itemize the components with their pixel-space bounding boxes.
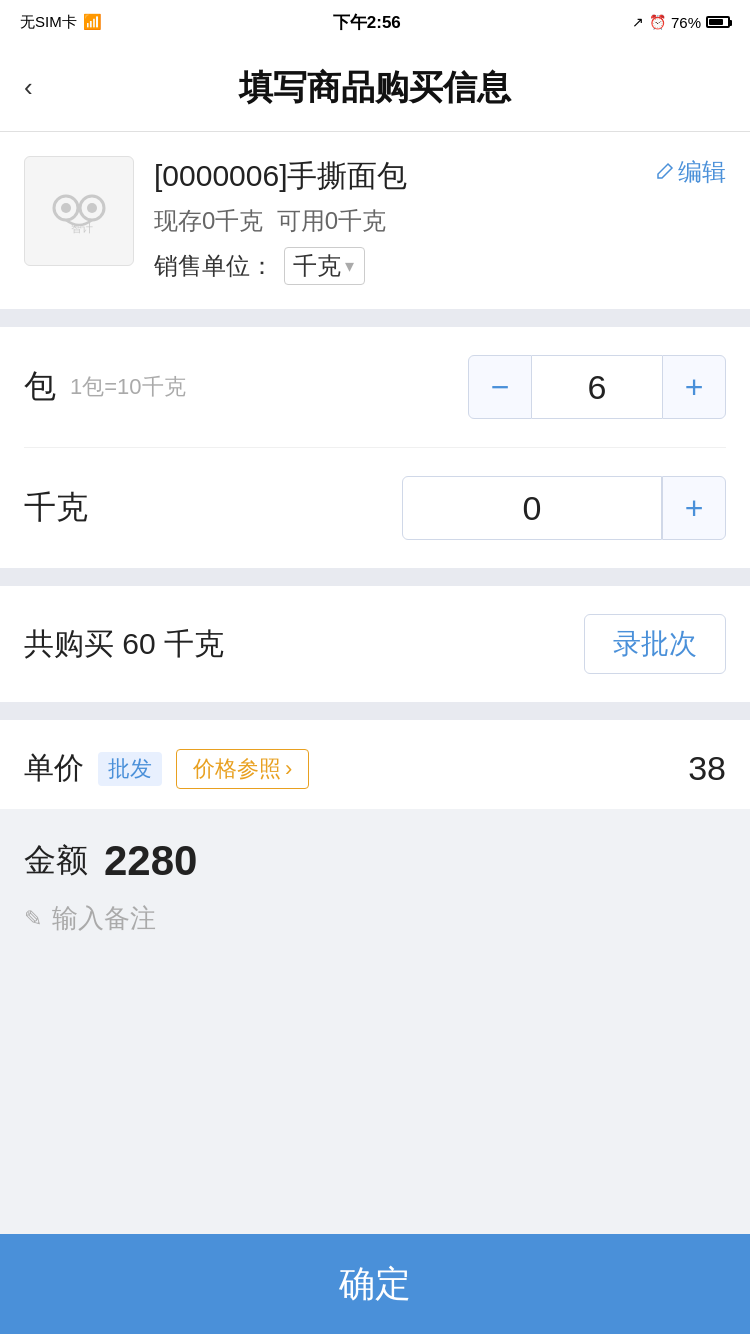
bao-increment-button[interactable]: + [662,355,726,419]
page-title: 填写商品购买信息 [239,65,511,111]
price-value: 38 [688,749,726,788]
kg-increment-button[interactable]: + [662,476,726,540]
product-thumbnail: 智计 [24,156,134,266]
edit-button[interactable]: 编辑 [654,156,726,188]
separator-3 [0,702,750,720]
battery-percent: 76% [671,14,701,31]
bao-hint: 1包=10千克 [70,372,186,402]
status-right: ↗ ⏰ 76% [632,14,730,31]
price-section: 单价 批发 价格参照 › 38 [0,720,750,809]
unit-selector[interactable]: 千克 ▾ [284,247,365,285]
product-logo-icon: 智计 [44,186,114,236]
back-button[interactable]: ‹ [24,72,33,103]
svg-text:智计: 智计 [71,222,93,234]
price-left: 单价 批发 价格参照 › [24,748,309,789]
battery-icon [706,16,730,28]
kg-input-row: 千克 0 + [24,448,726,568]
price-row: 单价 批发 价格参照 › 38 [24,748,726,789]
svg-point-2 [61,203,71,213]
amount-section: 金额 2280 ✎ 输入备注 [0,809,750,946]
svg-point-3 [87,203,97,213]
product-name: [0000006]手撕面包 [154,156,407,197]
bao-decrement-button[interactable]: − [468,355,532,419]
price-ref-button[interactable]: 价格参照 › [176,749,309,789]
separator-2 [0,568,750,586]
price-label: 单价 [24,748,84,789]
status-time: 下午2:56 [333,11,401,34]
purchase-total-text: 共购买 60 千克 [24,624,224,665]
bao-label: 包 1包=10千克 [24,365,186,409]
status-bar: 无SIM卡 📶 下午2:56 ↗ ⏰ 76% [0,0,750,44]
kg-label: 千克 [24,486,88,530]
chevron-down-icon: ▾ [345,255,354,277]
input-section: 包 1包=10千克 − 6 + 千克 0 + [0,327,750,568]
product-stock: 现存0千克 可用0千克 [154,205,726,237]
product-unit-row: 销售单位： 千克 ▾ [154,247,726,285]
nav-bar: ‹ 填写商品购买信息 [0,44,750,132]
product-card: 智计 [0000006]手撕面包 编辑 现存0千克 可用0千克 销售单位： 千克… [0,132,750,309]
kg-stepper: 0 + [402,476,726,540]
bao-value[interactable]: 6 [532,355,662,419]
summary-row: 共购买 60 千克 录批次 [0,586,750,702]
note-row[interactable]: ✎ 输入备注 [24,901,726,936]
product-info: [0000006]手撕面包 编辑 现存0千克 可用0千克 销售单位： 千克 ▾ [154,156,726,285]
edit-icon [654,162,674,182]
pencil-icon: ✎ [24,906,42,932]
carrier-text: 无SIM卡 [20,13,77,32]
bao-input-row: 包 1包=10千克 − 6 + [24,327,726,448]
batch-button[interactable]: 录批次 [584,614,726,674]
amount-value: 2280 [104,837,197,885]
alarm-icon: ⏰ [649,14,666,30]
separator-1 [0,309,750,327]
bao-stepper: − 6 + [468,355,726,419]
chevron-right-icon: › [285,756,292,782]
status-left: 无SIM卡 📶 [20,13,102,32]
price-batch-tag: 批发 [98,752,162,786]
kg-value[interactable]: 0 [402,476,662,540]
note-placeholder: 输入备注 [52,901,156,936]
amount-label: 金额 [24,839,88,883]
amount-row: 金额 2280 [24,837,726,885]
confirm-button[interactable]: 确定 [0,1234,750,1334]
wifi-icon: 📶 [83,13,102,31]
gps-icon: ↗ [632,14,644,30]
